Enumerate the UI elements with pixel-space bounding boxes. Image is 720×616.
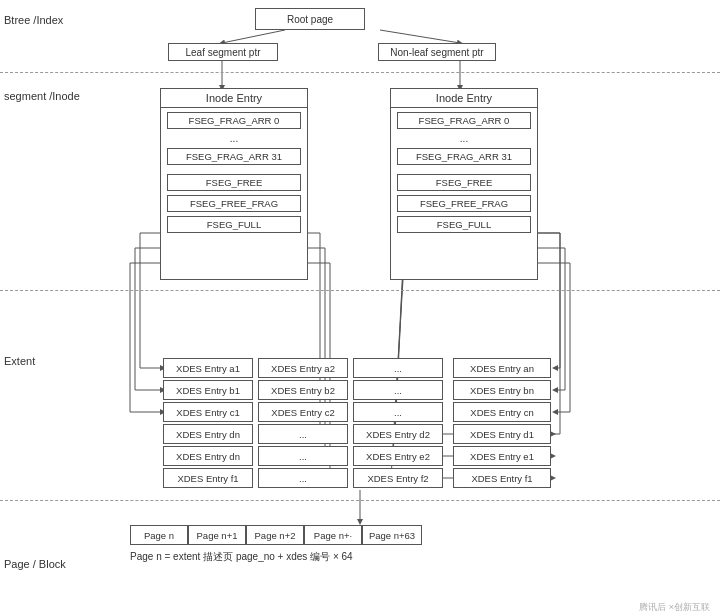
xdes-e-dots: ... [258, 446, 348, 466]
svg-line-3 [380, 30, 460, 43]
left-fseg-free: FSEG_FREE [167, 174, 301, 191]
leaf-ptr-box: Leaf segment ptr [168, 43, 278, 61]
right-inode-container: Inode Entry FSEG_FRAG_ARR 0 ... FSEG_FRA… [390, 88, 538, 280]
xdes-a1: XDES Entry a1 [163, 358, 253, 378]
right-fseg-full: FSEG_FULL [397, 216, 531, 233]
xdes-d-dots: ... [258, 424, 348, 444]
page-n: Page n [130, 525, 188, 545]
page-formula: Page n = extent 描述页 page_no + xdes 编号 × … [130, 550, 353, 564]
page-n2: Page n+2 [246, 525, 304, 545]
page-n63: Page n+63 [362, 525, 422, 545]
xdes-d1: XDES Entry d1 [453, 424, 551, 444]
svg-line-2 [222, 30, 285, 43]
left-fseg-frag31: FSEG_FRAG_ARR 31 [167, 148, 301, 165]
watermark: 腾讯后 ×创新互联 [639, 601, 710, 614]
xdes-f1-left: XDES Entry f1 [163, 468, 253, 488]
left-inode-container: Inode Entry FSEG_FRAG_ARR 0 ... FSEG_FRA… [160, 88, 308, 280]
divider-segment [0, 290, 720, 291]
non-leaf-ptr-box: Non-leaf segment ptr [378, 43, 496, 61]
xdes-e2: XDES Entry e2 [353, 446, 443, 466]
diagram-arrows [0, 0, 720, 616]
divider-btree [0, 72, 720, 73]
page-n1: Page n+1 [188, 525, 246, 545]
xdes-c-dots: ... [353, 402, 443, 422]
xdes-f2: XDES Entry f2 [353, 468, 443, 488]
right-fseg-free: FSEG_FREE [397, 174, 531, 191]
xdes-dn-4: XDES Entry dn [163, 424, 253, 444]
right-fseg-frag0: FSEG_FRAG_ARR 0 [397, 112, 531, 129]
right-inode-title: Inode Entry [391, 89, 537, 108]
xdes-c1: XDES Entry c1 [163, 402, 253, 422]
xdes-f-dots: ... [258, 468, 348, 488]
xdes-an: XDES Entry an [453, 358, 551, 378]
left-dots1: ... [161, 131, 307, 146]
xdes-b1: XDES Entry b1 [163, 380, 253, 400]
page-ndot: Page n+· [304, 525, 362, 545]
main-container: Btree /Index segment /Inode Extent Page … [0, 0, 720, 616]
xdes-a-dots: ... [353, 358, 443, 378]
watermark-text: 腾讯后 ×创新互联 [639, 601, 710, 614]
xdes-a2: XDES Entry a2 [258, 358, 348, 378]
left-fseg-frag0: FSEG_FRAG_ARR 0 [167, 112, 301, 129]
xdes-dn-5: XDES Entry dn [163, 446, 253, 466]
left-fseg-free-frag: FSEG_FREE_FRAG [167, 195, 301, 212]
xdes-c2: XDES Entry c2 [258, 402, 348, 422]
left-fseg-full: FSEG_FULL [167, 216, 301, 233]
right-dots1: ... [391, 131, 537, 146]
page-blocks-row: Page n Page n+1 Page n+2 Page n+· Page n… [130, 525, 422, 545]
divider-extent [0, 500, 720, 501]
extent-label: Extent [4, 355, 35, 367]
xdes-b2: XDES Entry b2 [258, 380, 348, 400]
right-fseg-frag31: FSEG_FRAG_ARR 31 [397, 148, 531, 165]
root-page-box: Root page [255, 8, 365, 30]
segment-label: segment /Inode [4, 90, 80, 102]
xdes-e1: XDES Entry e1 [453, 446, 551, 466]
page-label: Page / Block [4, 558, 66, 570]
xdes-cn: XDES Entry cn [453, 402, 551, 422]
xdes-d2: XDES Entry d2 [353, 424, 443, 444]
xdes-bn: XDES Entry bn [453, 380, 551, 400]
xdes-f1-right: XDES Entry f1 [453, 468, 551, 488]
btree-label: Btree /Index [4, 14, 63, 26]
left-inode-title: Inode Entry [161, 89, 307, 108]
xdes-b-dots: ... [353, 380, 443, 400]
right-fseg-free-frag: FSEG_FREE_FRAG [397, 195, 531, 212]
